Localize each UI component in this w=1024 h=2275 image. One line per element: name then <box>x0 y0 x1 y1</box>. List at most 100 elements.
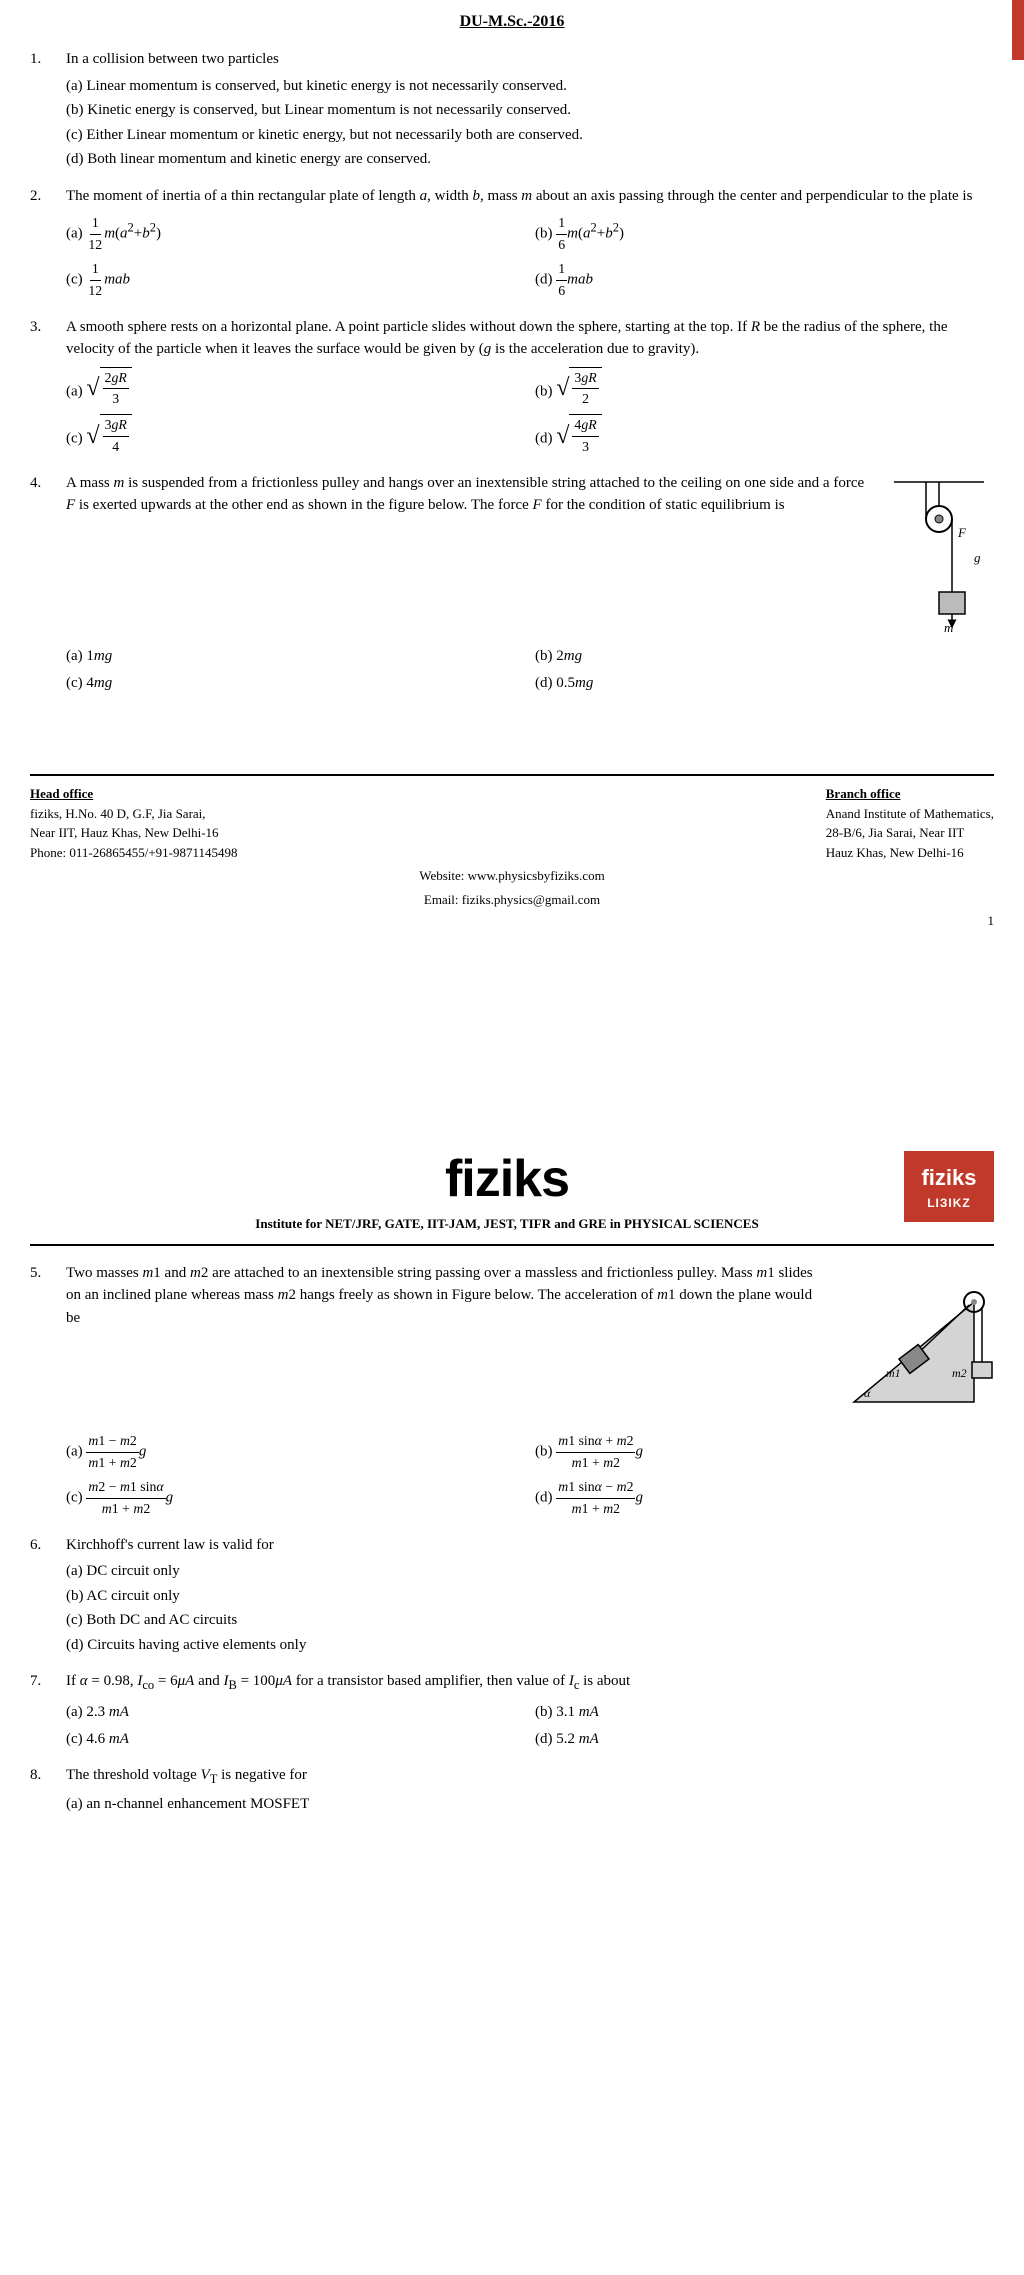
q5-option-a: (a) m1 − m2m1 + m2g <box>66 1431 525 1473</box>
q4-row: 4. A mass m is suspended from a friction… <box>30 472 994 640</box>
fiziks-box-logo: fiziks LIЗIKZ <box>904 1151 994 1222</box>
q7-option-c: (c) 4.6 mA <box>66 1728 525 1751</box>
q3-option-c: (c) √3gR4 <box>66 414 525 457</box>
q1-option-c: (c) Either Linear momentum or kinetic en… <box>66 124 994 147</box>
question-5: 5. Two masses m1 and m2 are attached to … <box>30 1262 994 1520</box>
q4-option-d: (d) 0.5mg <box>535 672 994 695</box>
q1-number: 1. <box>30 48 66 71</box>
q1-options: (a) Linear momentum is conserved, but ki… <box>66 75 994 171</box>
q6-text: Kirchhoff's current law is valid for <box>66 1534 994 1557</box>
page-1: DU-M.Sc.-2016 1. In a collision between … <box>0 0 1024 1130</box>
q6-option-a: (a) DC circuit only <box>66 1560 994 1583</box>
q6-number: 6. <box>30 1534 66 1557</box>
q5-figure: α m1 m2 <box>834 1262 994 1430</box>
q5-text: Two masses m1 and m2 are attached to an … <box>66 1262 820 1330</box>
q7-option-b: (b) 3.1 mA <box>535 1701 994 1724</box>
q2-number: 2. <box>30 185 66 208</box>
q3-options: (a) √2gR3 (b) √3gR2 (c) √3gR4 (d) √4gR3 <box>66 365 994 458</box>
q6-option-b: (b) AC circuit only <box>66 1585 994 1608</box>
q8-option-a: (a) an n-channel enhancement MOSFET <box>66 1793 994 1816</box>
fiziks-subtitle: Institute for NET/JRF, GATE, IIT-JAM, JE… <box>255 1214 758 1234</box>
head-office-label: Head office <box>30 784 238 804</box>
q6-row: 6. Kirchhoff's current law is valid for <box>30 1534 994 1557</box>
question-4: 4. A mass m is suspended from a friction… <box>30 472 994 695</box>
footer-divider: Head office fiziks, H.No. 40 D, G.F, Jia… <box>30 774 994 931</box>
q1-option-b: (b) Kinetic energy is conserved, but Lin… <box>66 99 994 122</box>
fiziks-box-title: fiziks <box>918 1161 980 1194</box>
fiziks-main-logo: fiziks <box>255 1140 758 1218</box>
branch-office-line3: Hauz Khas, New Delhi-16 <box>826 843 994 863</box>
q1-option-a: (a) Linear momentum is conserved, but ki… <box>66 75 994 98</box>
q8-row: 8. The threshold voltage VT is negative … <box>30 1764 994 1789</box>
q7-option-a: (a) 2.3 mA <box>66 1701 525 1724</box>
fiziks-logo-center: fiziks Institute for NET/JRF, GATE, IIT-… <box>255 1140 758 1234</box>
q4-option-b: (b) 2mg <box>535 645 994 668</box>
q5-options: (a) m1 − m2m1 + m2g (b) m1 sinα + m2m1 +… <box>66 1429 994 1520</box>
q8-options: (a) an n-channel enhancement MOSFET <box>66 1793 994 1816</box>
q4-number: 4. <box>30 472 66 640</box>
q3-row: 3. A smooth sphere rests on a horizontal… <box>30 316 994 361</box>
head-office-line2: Near IIT, Hauz Khas, New Delhi-16 <box>30 823 238 843</box>
q4-options: (a) 1mg (b) 2mg (c) 4mg (d) 0.5mg <box>66 643 994 694</box>
head-office-line3: Phone: 011-26865455/+91-9871145498 <box>30 843 238 863</box>
footer-page-num: 1 <box>30 911 994 931</box>
q3-text: A smooth sphere rests on a horizontal pl… <box>66 316 994 361</box>
q3-option-d: (d) √4gR3 <box>535 414 994 457</box>
q3-number: 3. <box>30 316 66 361</box>
q2-option-d: (d) 16mab <box>535 259 994 301</box>
q5-option-d: (d) m1 sinα − m2m1 + m2g <box>535 1477 994 1519</box>
footer-email: Email: fiziks.physics@gmail.com <box>30 890 994 910</box>
branch-office: Branch office Anand Institute of Mathema… <box>826 784 994 862</box>
svg-text:m1: m1 <box>886 1366 901 1380</box>
q5-option-b: (b) m1 sinα + m2m1 + m2g <box>535 1431 994 1473</box>
q7-text: If α = 0.98, Ico = 6μA and IB = 100μA fo… <box>66 1670 994 1695</box>
q4-text: A mass m is suspended from a frictionles… <box>66 472 874 517</box>
inclined-plane-svg: α m1 m2 <box>834 1262 994 1422</box>
q7-options: (a) 2.3 mA (b) 3.1 mA (c) 4.6 mA (d) 5.2… <box>66 1699 994 1750</box>
q5-container: Two masses m1 and m2 are attached to an … <box>66 1262 994 1430</box>
q2-text: The moment of inertia of a thin rectangu… <box>66 185 994 208</box>
document: DU-M.Sc.-2016 1. In a collision between … <box>0 0 1024 1849</box>
head-office: Head office fiziks, H.No. 40 D, G.F, Jia… <box>30 784 238 862</box>
q7-number: 7. <box>30 1670 66 1695</box>
q6-options: (a) DC circuit only (b) AC circuit only … <box>66 1560 994 1656</box>
branch-office-label: Branch office <box>826 784 994 804</box>
q2-option-c: (c) 112mab <box>66 259 525 301</box>
fiziks-box-sub: LIЗIKZ <box>918 1194 980 1212</box>
q2-option-b: (b) 16m(a2+b2) <box>535 213 994 255</box>
question-2: 2. The moment of inertia of a thin recta… <box>30 185 994 302</box>
svg-text:g: g <box>974 550 981 565</box>
q1-option-d: (d) Both linear momentum and kinetic ene… <box>66 148 994 171</box>
q1-row: 1. In a collision between two particles <box>30 48 994 71</box>
question-3: 3. A smooth sphere rests on a horizontal… <box>30 316 994 458</box>
q2-option-a: (a) 112m(a2+b2) <box>66 213 525 255</box>
footer-website: Website: www.physicsbyfiziks.com <box>30 866 994 886</box>
q5-number: 5. <box>30 1262 66 1430</box>
q3-option-a: (a) √2gR3 <box>66 367 525 410</box>
question-6: 6. Kirchhoff's current law is valid for … <box>30 1534 994 1657</box>
branch-office-line1: Anand Institute of Mathematics, <box>826 804 994 824</box>
q4-option-a: (a) 1mg <box>66 645 525 668</box>
question-7: 7. If α = 0.98, Ico = 6μA and IB = 100μA… <box>30 1670 994 1750</box>
q7-row: 7. If α = 0.98, Ico = 6μA and IB = 100μA… <box>30 1670 994 1695</box>
question-1: 1. In a collision between two particles … <box>30 48 994 171</box>
footer-offices: Head office fiziks, H.No. 40 D, G.F, Jia… <box>30 784 994 862</box>
q4-container: A mass m is suspended from a frictionles… <box>66 472 994 640</box>
q3-option-b: (b) √3gR2 <box>535 367 994 410</box>
q4-figure: F g m <box>884 472 994 640</box>
q8-number: 8. <box>30 1764 66 1789</box>
q6-option-c: (c) Both DC and AC circuits <box>66 1609 994 1632</box>
fiziks-header: fiziks Institute for NET/JRF, GATE, IIT-… <box>30 1140 994 1246</box>
q1-text: In a collision between two particles <box>66 48 994 71</box>
pulley-svg: F g m <box>884 472 994 632</box>
page-title: DU-M.Sc.-2016 <box>30 10 994 34</box>
q5-option-c: (c) m2 − m1 sinαm1 + m2g <box>66 1477 525 1519</box>
q5-row: 5. Two masses m1 and m2 are attached to … <box>30 1262 994 1430</box>
head-office-line1: fiziks, H.No. 40 D, G.F, Jia Sarai, <box>30 804 238 824</box>
q8-text: The threshold voltage VT is negative for <box>66 1764 994 1789</box>
branch-office-line2: 28-B/6, Jia Sarai, Near IIT <box>826 823 994 843</box>
svg-text:α: α <box>864 1386 871 1400</box>
footer-section: Head office fiziks, H.No. 40 D, G.F, Jia… <box>30 774 994 931</box>
question-8: 8. The threshold voltage VT is negative … <box>30 1764 994 1815</box>
q7-option-d: (d) 5.2 mA <box>535 1728 994 1751</box>
